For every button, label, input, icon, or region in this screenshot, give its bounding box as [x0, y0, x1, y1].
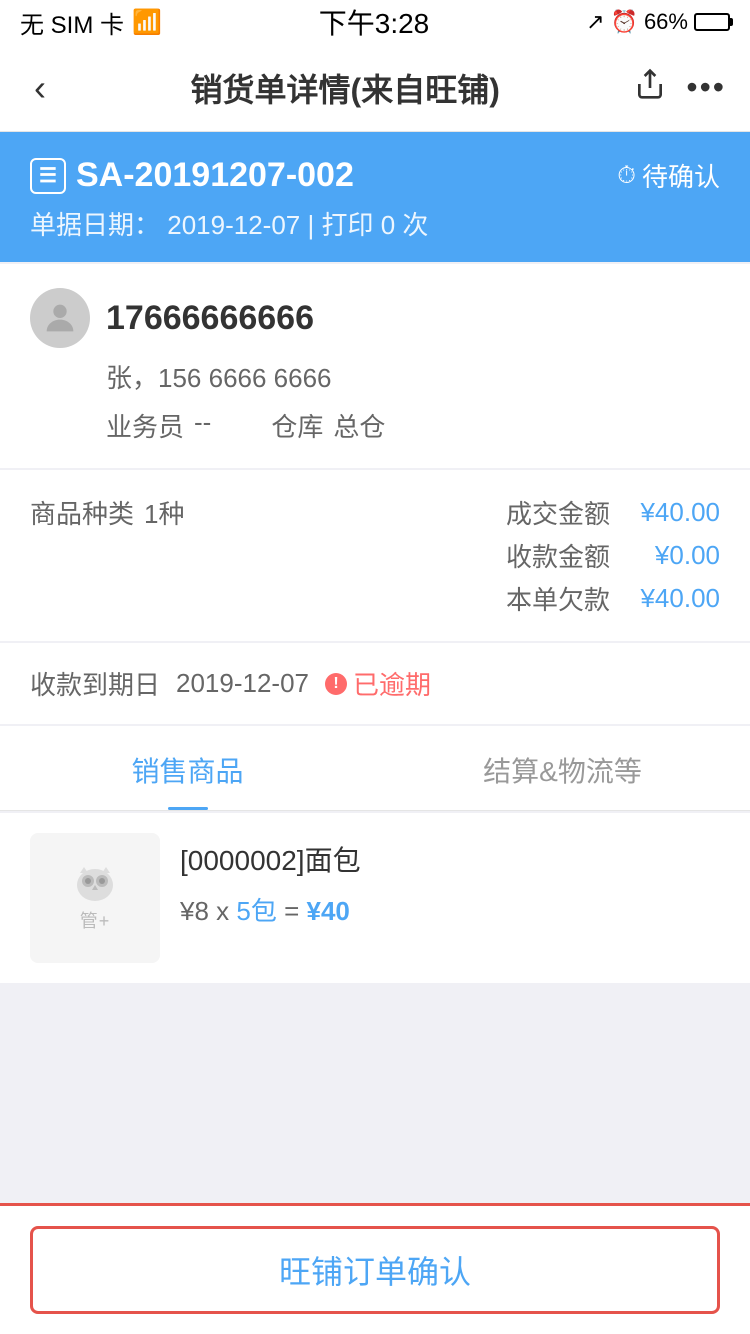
carrier-label: 无 SIM 卡 [20, 5, 124, 40]
received-key: 收款金额 [506, 537, 610, 574]
warehouse-label: 仓库 [271, 407, 323, 444]
wifi-icon: 📶 [132, 8, 162, 37]
order-header-top: ☰ SA-20191207-002 ⏱ 待确认 [30, 156, 720, 195]
sales-value: -- [194, 407, 211, 444]
confirm-order-button[interactable]: 旺铺订单确认 [30, 1226, 720, 1314]
received-val: ¥0.00 [630, 540, 720, 571]
avatar [30, 288, 90, 348]
time-label: 下午3:28 [319, 2, 430, 42]
customer-row: 17666666666 [30, 288, 720, 348]
sales-label: 业务员 [106, 407, 184, 444]
page-title: 销货单详情(来自旺铺) [56, 65, 634, 111]
product-type-value: 1种 [144, 494, 184, 531]
tab-settlement-label: 结算&物流等 [483, 756, 642, 787]
deal-amount-key: 成交金额 [506, 494, 610, 531]
summary-left: 商品种类 1种 [30, 494, 184, 531]
product-price-row: ¥8 x 5包 = ¥40 [180, 891, 720, 928]
nav-actions: ••• [634, 67, 726, 109]
product-type-row: 商品种类 1种 [30, 494, 184, 531]
empty-area [0, 985, 750, 1185]
total-price: ¥40 [307, 896, 350, 926]
print-count: 0 [381, 210, 395, 240]
sales-meta: 业务员 -- [106, 407, 211, 444]
customer-meta: 业务员 -- 仓库 总仓 [30, 407, 720, 444]
customer-phone: 17666666666 [106, 299, 314, 338]
warehouse-meta: 仓库 总仓 [271, 407, 385, 444]
product-info: [0000002]面包 ¥8 x 5包 = ¥40 [180, 833, 720, 928]
tabs-section: 销售商品 结算&物流等 [0, 726, 750, 811]
product-brand: 管+ [80, 907, 111, 933]
overdue-text: 已逾期 [353, 665, 431, 702]
tab-sales-goods-label: 销售商品 [131, 756, 243, 787]
product-item: 管+ [0000002]面包 ¥8 x 5包 = ¥40 [30, 833, 720, 963]
due-label: 收款到期日 [30, 665, 160, 702]
customer-name: 张，156 6666 6666 [30, 358, 720, 395]
summary-section: 商品种类 1种 成交金额 ¥40.00 收款金额 ¥0.00 本单欠款 ¥40.… [0, 470, 750, 641]
product-type-label: 商品种类 [30, 494, 134, 531]
share-button[interactable] [634, 67, 666, 109]
tab-settlement[interactable]: 结算&物流等 [375, 726, 750, 810]
back-button[interactable]: ‹ [24, 57, 56, 119]
product-thumb-inner: 管+ [70, 863, 120, 933]
print-unit: 次 [402, 210, 428, 240]
status-right: ↗ ⏰ 66% [586, 9, 730, 35]
owed-key: 本单欠款 [506, 580, 610, 617]
deal-amount-val: ¥40.00 [630, 497, 720, 528]
owed-row: 本单欠款 ¥40.00 [506, 580, 720, 617]
alarm-icon: ⏰ [611, 9, 638, 35]
due-section: 收款到期日 2019-12-07 ! 已逾期 [0, 643, 750, 724]
order-id-text: SA-20191207-002 [76, 156, 354, 195]
status-left: 无 SIM 卡 📶 [20, 5, 162, 40]
more-button[interactable]: ••• [686, 69, 726, 106]
product-section: 管+ [0000002]面包 ¥8 x 5包 = ¥40 [0, 813, 750, 983]
received-row: 收款金额 ¥0.00 [506, 537, 720, 574]
warehouse-value: 总仓 [333, 407, 385, 444]
date-value: 2019-12-07 [167, 210, 300, 240]
customer-section: 17666666666 张，156 6666 6666 业务员 -- 仓库 总仓 [0, 264, 750, 468]
tabs-row: 销售商品 结算&物流等 [0, 726, 750, 811]
equals: = [284, 896, 306, 926]
order-status: ⏱ 待确认 [617, 157, 720, 194]
order-header: ☰ SA-20191207-002 ⏱ 待确认 单据日期： 2019-12-07… [0, 132, 750, 262]
summary-right: 成交金额 ¥40.00 收款金额 ¥0.00 本单欠款 ¥40.00 [506, 494, 720, 617]
due-date: 2019-12-07 [176, 668, 309, 699]
tab-sales-goods[interactable]: 销售商品 [0, 726, 375, 810]
date-label: 单据日期： [30, 210, 160, 240]
location-icon: ↗ [586, 9, 604, 35]
battery-icon [694, 13, 730, 31]
order-date: 单据日期： 2019-12-07 | 打印 0 次 [30, 205, 720, 242]
unit-price: ¥8 x [180, 896, 236, 926]
qty: 5包 [236, 896, 276, 926]
product-thumbnail: 管+ [30, 833, 160, 963]
status-bar: 无 SIM 卡 📶 下午3:28 ↗ ⏰ 66% [0, 0, 750, 44]
clock-icon: ⏱ [617, 162, 636, 190]
order-status-text: 待确认 [642, 157, 720, 194]
order-id-icon: ☰ [30, 158, 66, 194]
separator: | [307, 210, 321, 240]
overdue-badge: ! 已逾期 [325, 665, 431, 702]
print-label: 打印 [321, 210, 373, 240]
deal-amount-row: 成交金额 ¥40.00 [506, 494, 720, 531]
order-id: ☰ SA-20191207-002 [30, 156, 354, 195]
nav-bar: ‹ 销货单详情(来自旺铺) ••• [0, 44, 750, 132]
product-name: [0000002]面包 [180, 839, 720, 879]
owed-val: ¥40.00 [630, 583, 720, 614]
overdue-dot-icon: ! [325, 673, 347, 695]
bottom-bar: 旺铺订单确认 [0, 1203, 750, 1334]
battery-percent: 66% [644, 9, 688, 35]
